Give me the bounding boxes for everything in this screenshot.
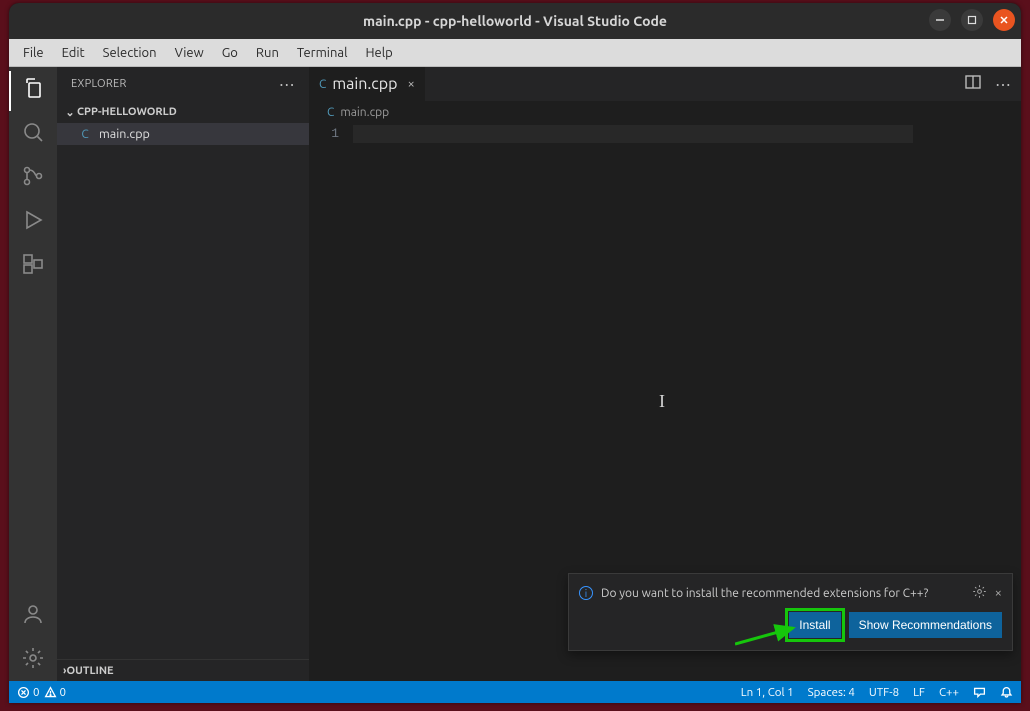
menu-terminal[interactable]: Terminal xyxy=(289,43,356,63)
menubar: File Edit Selection View Go Run Terminal… xyxy=(9,39,1021,67)
menu-go[interactable]: Go xyxy=(214,43,246,63)
project-name: CPP-HELLOWORLD xyxy=(77,106,177,118)
activity-bar xyxy=(9,67,57,681)
notification-message: Do you want to install the recommended e… xyxy=(601,587,964,600)
notification-gear-icon[interactable] xyxy=(972,584,987,602)
file-name: main.cpp xyxy=(99,127,150,141)
editor-actions: ⋯ xyxy=(965,67,1021,101)
titlebar: main.cpp - cpp-helloworld - Visual Studi… xyxy=(9,3,1021,39)
split-editor-icon[interactable] xyxy=(965,74,981,94)
maximize-button[interactable] xyxy=(961,9,983,31)
run-debug-icon[interactable] xyxy=(20,207,46,233)
activity-active-indicator xyxy=(9,71,11,111)
status-warnings[interactable]: 0 xyxy=(44,686,67,699)
search-icon[interactable] xyxy=(20,119,46,145)
tab-close-icon[interactable]: × xyxy=(407,77,414,91)
menu-run[interactable]: Run xyxy=(248,43,287,63)
menu-selection[interactable]: Selection xyxy=(95,43,165,63)
tab-filename: main.cpp xyxy=(332,75,397,93)
window-title: main.cpp - cpp-helloworld - Visual Studi… xyxy=(363,13,667,29)
status-indentation[interactable]: Spaces: 4 xyxy=(808,686,855,699)
breadcrumb[interactable]: C main.cpp xyxy=(309,101,1021,123)
menu-edit[interactable]: Edit xyxy=(54,43,93,63)
cpp-file-icon: C xyxy=(319,78,326,91)
install-button[interactable]: Install xyxy=(789,612,840,638)
status-errors[interactable]: 0 xyxy=(17,686,40,699)
file-tree: ⌄ CPP-HELLOWORLD C main.cpp xyxy=(57,101,309,145)
menu-view[interactable]: View xyxy=(167,43,212,63)
editor-area: C main.cpp × ⋯ C main.cpp 1 xyxy=(309,67,1021,681)
breadcrumb-file: main.cpp xyxy=(340,106,389,119)
line-gutter: 1 xyxy=(309,123,353,681)
sidebar-header: EXPLORER ⋯ xyxy=(57,67,309,101)
notification-close-icon[interactable]: × xyxy=(995,586,1002,600)
app-body: EXPLORER ⋯ ⌄ CPP-HELLOWORLD C main.cpp ›… xyxy=(9,67,1021,681)
source-control-icon[interactable] xyxy=(20,163,46,189)
line-number-1: 1 xyxy=(309,125,339,143)
sidebar-more-icon[interactable]: ⋯ xyxy=(279,75,295,94)
settings-gear-icon[interactable] xyxy=(20,645,46,671)
accounts-icon[interactable] xyxy=(20,601,46,627)
show-recommendations-button[interactable]: Show Recommendations xyxy=(849,612,1002,638)
tab-main-cpp[interactable]: C main.cpp × xyxy=(309,67,426,101)
status-language[interactable]: C++ xyxy=(939,686,959,699)
window-controls xyxy=(929,9,1015,31)
chevron-down-icon: ⌄ xyxy=(63,106,77,119)
explorer-icon[interactable] xyxy=(20,75,46,101)
extension-recommend-toast: i Do you want to install the recommended… xyxy=(568,573,1013,651)
menu-help[interactable]: Help xyxy=(357,43,400,63)
cpp-file-icon: C xyxy=(77,128,93,141)
extensions-icon[interactable] xyxy=(20,251,46,277)
status-bar: 0 0 Ln 1, Col 1 Spaces: 4 UTF-8 LF C++ xyxy=(9,681,1021,703)
status-notifications-icon[interactable] xyxy=(1000,686,1013,699)
outline-section[interactable]: › OUTLINE xyxy=(57,659,309,681)
editor-more-icon[interactable]: ⋯ xyxy=(995,75,1011,94)
status-cursor-position[interactable]: Ln 1, Col 1 xyxy=(741,686,794,699)
info-icon: i xyxy=(579,586,593,600)
cpp-file-icon: C xyxy=(327,106,334,119)
explorer-sidebar: EXPLORER ⋯ ⌄ CPP-HELLOWORLD C main.cpp ›… xyxy=(57,67,309,681)
menu-file[interactable]: File xyxy=(15,43,52,63)
close-button[interactable] xyxy=(993,9,1015,31)
sidebar-title: EXPLORER xyxy=(71,78,127,90)
minimize-button[interactable] xyxy=(929,9,951,31)
status-feedback-icon[interactable] xyxy=(973,686,986,699)
status-encoding[interactable]: UTF-8 xyxy=(869,686,899,699)
vscode-window: main.cpp - cpp-helloworld - Visual Studi… xyxy=(9,3,1021,703)
status-eol[interactable]: LF xyxy=(913,686,925,699)
file-main-cpp[interactable]: C main.cpp xyxy=(57,123,309,145)
project-root[interactable]: ⌄ CPP-HELLOWORLD xyxy=(57,101,309,123)
outline-label: OUTLINE xyxy=(66,665,113,677)
editor-tabs: C main.cpp × ⋯ xyxy=(309,67,1021,101)
active-line[interactable] xyxy=(353,125,913,143)
